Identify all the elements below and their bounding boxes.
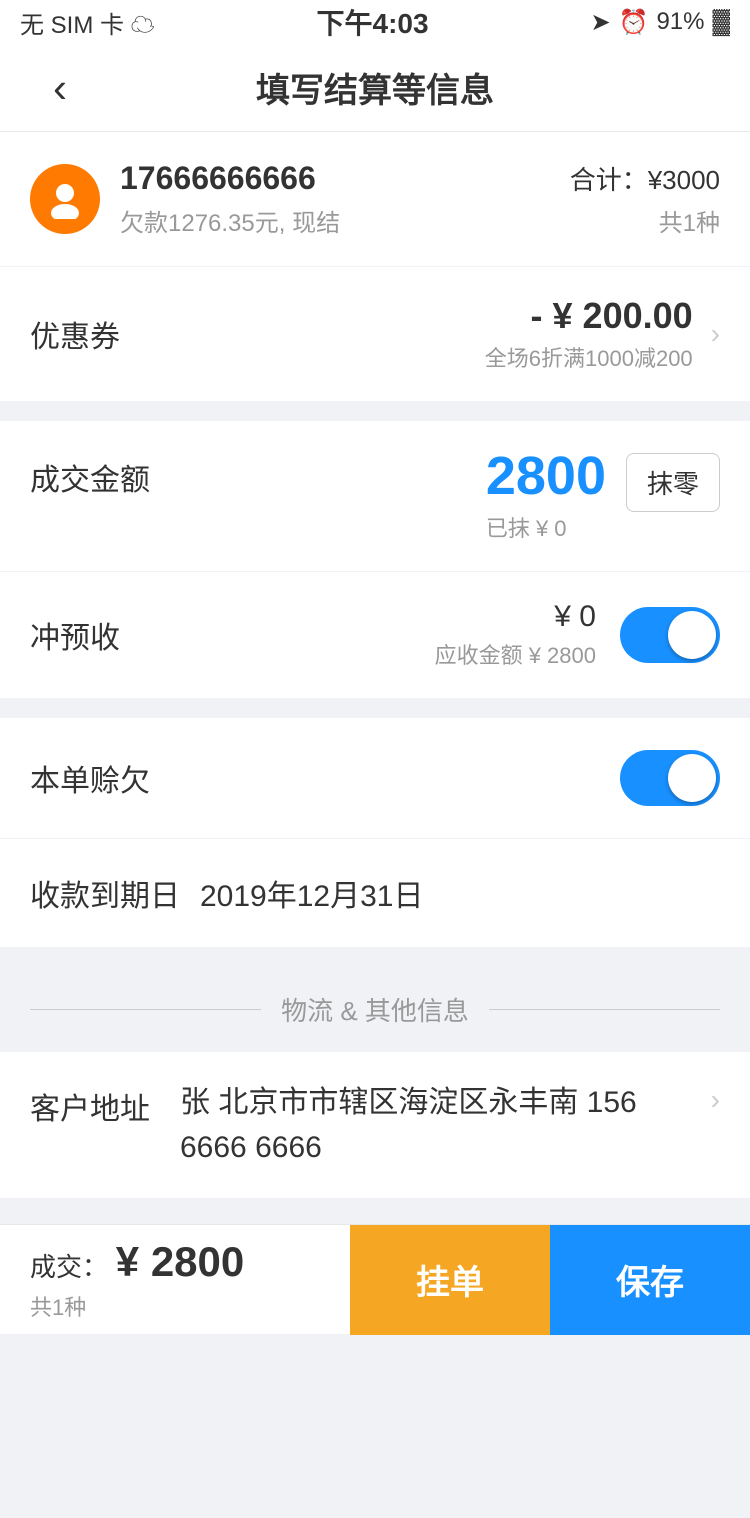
duedate-label: 收款到期日 xyxy=(30,871,180,915)
customer-right: 合计：¥3000 共1种 xyxy=(570,160,720,238)
alarm-icon: ⏰ xyxy=(619,8,649,37)
customer-debt: 欠款1276.35元, 现结 xyxy=(120,203,340,238)
bottom-info: 成交： ¥ 2800 共1种 xyxy=(0,1238,350,1322)
sim-label: 无 SIM 卡 ☁ xyxy=(20,5,155,40)
deal-amount-info: 2800 已抹 ¥ 0 xyxy=(486,449,606,543)
deal-amount-right: 2800 已抹 ¥ 0 抹零 xyxy=(486,449,720,543)
status-left: 无 SIM 卡 ☁ xyxy=(20,5,155,40)
prereceive-right: ¥ 0 应收金额 ¥ 2800 xyxy=(435,600,720,670)
address-value: 张 北京市市辖区海淀区永丰南 156 6666 6666 xyxy=(180,1080,701,1170)
prereceive-amount: ¥ 0 xyxy=(435,600,596,634)
debt-toggle[interactable] xyxy=(620,750,720,806)
coupon-row[interactable]: 优惠券 - ¥ 200.00 全场6折满1000减200 › xyxy=(0,267,750,401)
customer-left: 17666666666 欠款1276.35元, 现结 xyxy=(30,160,340,238)
chevron-right-icon: › xyxy=(711,318,720,350)
prereceive-info: ¥ 0 应收金额 ¥ 2800 xyxy=(435,600,596,670)
logistics-header: 物流 & 其他信息 xyxy=(0,967,750,1052)
address-label: 客户地址 xyxy=(30,1080,150,1128)
prereceive-label: 冲预收 xyxy=(30,613,120,657)
hold-button[interactable]: 挂单 xyxy=(350,1225,550,1335)
battery-label: 91% xyxy=(656,8,704,36)
nav-bar: ‹ 填写结算等信息 xyxy=(0,44,750,132)
logistics-line-left xyxy=(30,1009,261,1010)
deal-amount-row: 成交金额 2800 已抹 ¥ 0 抹零 xyxy=(0,421,750,571)
deal-erased-label: 已抹 ¥ 0 xyxy=(486,511,606,543)
customer-phone: 17666666666 xyxy=(120,160,340,197)
total-label: 合计：¥3000 xyxy=(570,160,720,197)
coupon-desc: 全场6折满1000减200 xyxy=(485,341,693,373)
debt-toggle-knob xyxy=(668,754,716,802)
section-gap-2 xyxy=(0,698,750,718)
deal-amount-label: 成交金额 xyxy=(30,449,150,499)
coupon-right: - ¥ 200.00 全场6折满1000减200 › xyxy=(485,295,720,373)
save-button[interactable]: 保存 xyxy=(550,1225,750,1335)
battery-icon: ▓ xyxy=(712,8,730,36)
debt-row: 本单赊欠 xyxy=(0,718,750,838)
address-chevron-icon: › xyxy=(711,1080,720,1116)
status-time: 下午4:03 xyxy=(317,2,429,42)
prereceive-toggle[interactable] xyxy=(620,607,720,663)
status-right: ➤ ⏰ 91% ▓ xyxy=(590,8,730,37)
logistics-line-right xyxy=(489,1009,720,1010)
bottom-deal-amount: ¥ 2800 xyxy=(116,1238,244,1285)
coupon-info: - ¥ 200.00 全场6折满1000减200 xyxy=(485,295,693,373)
coupon-label: 优惠券 xyxy=(30,312,120,356)
toggle-knob xyxy=(668,611,716,659)
back-button[interactable]: ‹ xyxy=(30,58,90,118)
total-count: 共1种 xyxy=(570,203,720,238)
prereceive-receivable: 应收金额 ¥ 2800 xyxy=(435,638,596,670)
customer-card: 17666666666 欠款1276.35元, 现结 合计：¥3000 共1种 xyxy=(0,132,750,266)
bottom-deal-label: 成交： xyxy=(30,1252,108,1282)
coupon-amount: - ¥ 200.00 xyxy=(485,295,693,337)
location-icon: ➤ xyxy=(590,8,610,37)
status-bar: 无 SIM 卡 ☁ 下午4:03 ➤ ⏰ 91% ▓ xyxy=(0,0,750,44)
back-icon: ‹ xyxy=(53,64,67,112)
erase-zero-button[interactable]: 抹零 xyxy=(626,453,720,512)
section-gap-3 xyxy=(0,947,750,967)
deal-amount-value: 2800 xyxy=(486,449,606,503)
duedate-value: 2019年12月31日 xyxy=(200,871,423,915)
logistics-title: 物流 & 其他信息 xyxy=(261,991,489,1028)
user-icon xyxy=(45,179,85,219)
customer-info: 17666666666 欠款1276.35元, 现结 xyxy=(120,160,340,238)
prereceive-row: 冲预收 ¥ 0 应收金额 ¥ 2800 xyxy=(0,571,750,698)
page-title: 填写结算等信息 xyxy=(256,63,494,112)
duedate-row: 收款到期日 2019年12月31日 xyxy=(0,838,750,947)
avatar xyxy=(30,164,100,234)
bottom-bar: 成交： ¥ 2800 共1种 挂单 保存 xyxy=(0,1224,750,1334)
bottom-count: 共1种 xyxy=(30,1290,320,1322)
bottom-deal-row: 成交： ¥ 2800 xyxy=(30,1238,320,1286)
address-row[interactable]: 客户地址 张 北京市市辖区海淀区永丰南 156 6666 6666 › xyxy=(0,1052,750,1198)
section-gap-1 xyxy=(0,401,750,421)
debt-label: 本单赊欠 xyxy=(30,756,150,800)
